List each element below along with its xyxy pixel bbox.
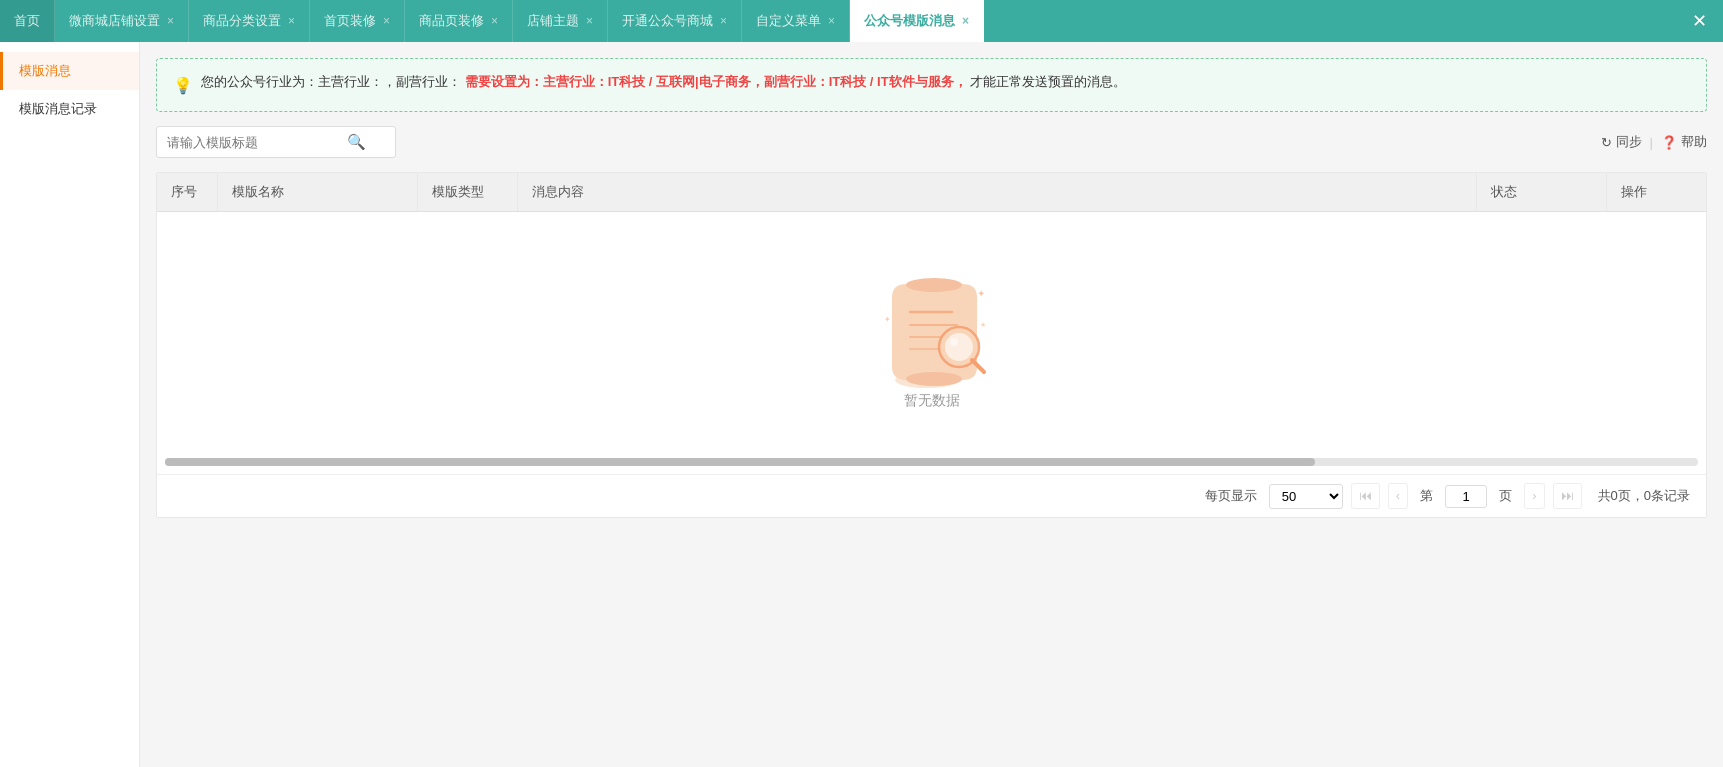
svg-text:✦: ✦ <box>884 315 891 324</box>
tab-close-6[interactable]: × <box>720 14 727 28</box>
content-area: 💡 您的公众号行业为：主营行业：，副营行业： 需要设置为：主营行业：IT科技 /… <box>140 42 1723 767</box>
sidebar-item-1[interactable]: 模版消息记录 <box>0 90 139 128</box>
empty-illustration: ✦ ✦ ★ <box>862 272 1002 392</box>
notice-suffix: 才能正常发送预置的消息。 <box>970 74 1126 89</box>
lightbulb-icon: 💡 <box>173 72 193 99</box>
tab-close-3[interactable]: × <box>383 14 390 28</box>
svg-point-10 <box>950 338 958 346</box>
col-header-type: 模版类型 <box>417 173 517 212</box>
tab-label-6: 开通公众号商城 <box>622 12 713 30</box>
notice-text: 您的公众号行业为：主营行业：，副营行业： 需要设置为：主营行业：IT科技 / 互… <box>201 71 1126 93</box>
page-input[interactable]: 1 <box>1445 485 1487 508</box>
svg-point-1 <box>906 278 962 292</box>
tab-item-3[interactable]: 首页装修 × <box>310 0 405 42</box>
tab-label-3: 首页装修 <box>324 12 376 30</box>
svg-text:★: ★ <box>980 321 986 328</box>
empty-state: ✦ ✦ ★ 暂无数据 <box>157 212 1706 450</box>
tab-item-8[interactable]: 公众号模版消息 × <box>850 0 984 42</box>
tab-label-2: 商品分类设置 <box>203 12 281 30</box>
col-header-content: 消息内容 <box>517 173 1476 212</box>
sidebar: 模版消息模版消息记录 <box>0 42 140 767</box>
toolbar-right: ↻ 同步 | ❓ 帮助 <box>1601 133 1707 151</box>
sidebar-items: 模版消息模版消息记录 <box>0 52 139 128</box>
col-header-index: 序号 <box>157 173 217 212</box>
next-page-button[interactable]: › <box>1524 483 1544 509</box>
tab-label-4: 商品页装修 <box>419 12 484 30</box>
tab-bar: 首页微商城店铺设置×商品分类设置×首页装修×商品页装修×店铺主题×开通公众号商城… <box>0 0 1723 42</box>
tab-close-8[interactable]: × <box>962 14 969 28</box>
data-table: 序号模版名称模版类型消息内容状态操作 <box>157 173 1706 212</box>
page-suffix: 页 <box>1499 487 1512 505</box>
toolbar-divider: | <box>1650 135 1653 150</box>
search-input[interactable] <box>167 135 347 150</box>
table-header-row: 序号模版名称模版类型消息内容状态操作 <box>157 173 1706 212</box>
first-page-button[interactable]: ⏮ <box>1351 483 1380 509</box>
empty-text: 暂无数据 <box>904 392 960 410</box>
sync-label: 同步 <box>1616 133 1642 151</box>
per-page-label: 每页显示 <box>1205 487 1257 505</box>
tab-item-4[interactable]: 商品页装修 × <box>405 0 513 42</box>
tabs-container: 首页微商城店铺设置×商品分类设置×首页装修×商品页装修×店铺主题×开通公众号商城… <box>0 0 984 42</box>
search-toolbar: 🔍 ↻ 同步 | ❓ 帮助 <box>156 126 1707 158</box>
page-prefix: 第 <box>1420 487 1433 505</box>
per-page-select[interactable]: 102050100 <box>1269 484 1343 509</box>
prev-page-button[interactable]: ‹ <box>1388 483 1408 509</box>
tab-label-1: 微商城店铺设置 <box>69 12 160 30</box>
pagination-row: 每页显示 102050100 ⏮ ‹ 第 1 页 › ⏭ 共0页，0条记录 <box>157 474 1706 517</box>
tab-label-0: 首页 <box>14 12 40 30</box>
notice-banner: 💡 您的公众号行业为：主营行业：，副营行业： 需要设置为：主营行业：IT科技 /… <box>156 58 1707 112</box>
tab-item-7[interactable]: 自定义菜单 × <box>742 0 850 42</box>
search-icon[interactable]: 🔍 <box>347 133 366 151</box>
global-close-button[interactable]: ✕ <box>1676 0 1723 42</box>
tab-label-5: 店铺主题 <box>527 12 579 30</box>
tab-item-5[interactable]: 店铺主题 × <box>513 0 608 42</box>
col-header-action: 操作 <box>1606 173 1706 212</box>
horizontal-scrollbar[interactable] <box>165 458 1698 466</box>
tab-label-8: 公众号模版消息 <box>864 12 955 30</box>
total-info: 共0页，0条记录 <box>1598 487 1690 505</box>
sidebar-item-0[interactable]: 模版消息 <box>0 52 139 90</box>
tab-close-2[interactable]: × <box>288 14 295 28</box>
scroll-area[interactable] <box>157 450 1706 474</box>
notice-prefix: 您的公众号行业为：主营行业：，副营行业： <box>201 74 461 89</box>
tab-item-2[interactable]: 商品分类设置 × <box>189 0 310 42</box>
sync-button[interactable]: ↻ 同步 <box>1601 133 1642 151</box>
sync-icon: ↻ <box>1601 135 1612 150</box>
tab-label-7: 自定义菜单 <box>756 12 821 30</box>
table-wrapper: 序号模版名称模版类型消息内容状态操作 <box>156 172 1707 518</box>
col-header-status: 状态 <box>1476 173 1606 212</box>
tab-close-1[interactable]: × <box>167 14 174 28</box>
scroll-thumb[interactable] <box>165 458 1315 466</box>
svg-point-2 <box>906 372 962 386</box>
main-layout: 模版消息模版消息记录 💡 您的公众号行业为：主营行业：，副营行业： 需要设置为：… <box>0 42 1723 767</box>
last-page-button[interactable]: ⏭ <box>1553 483 1582 509</box>
tab-close-7[interactable]: × <box>828 14 835 28</box>
svg-point-8 <box>945 333 973 361</box>
tab-item-1[interactable]: 微商城店铺设置 × <box>55 0 189 42</box>
tab-item-0[interactable]: 首页 <box>0 0 55 42</box>
notice-highlight: 需要设置为：主营行业：IT科技 / 互联网|电子商务，副营行业：IT科技 / I… <box>465 74 967 89</box>
search-box[interactable]: 🔍 <box>156 126 396 158</box>
help-label: 帮助 <box>1681 133 1707 151</box>
svg-text:✦: ✦ <box>977 288 985 299</box>
help-icon: ❓ <box>1661 135 1677 150</box>
tab-close-5[interactable]: × <box>586 14 593 28</box>
tab-item-6[interactable]: 开通公众号商城 × <box>608 0 742 42</box>
tab-close-4[interactable]: × <box>491 14 498 28</box>
col-header-name: 模版名称 <box>217 173 417 212</box>
help-button[interactable]: ❓ 帮助 <box>1661 133 1707 151</box>
